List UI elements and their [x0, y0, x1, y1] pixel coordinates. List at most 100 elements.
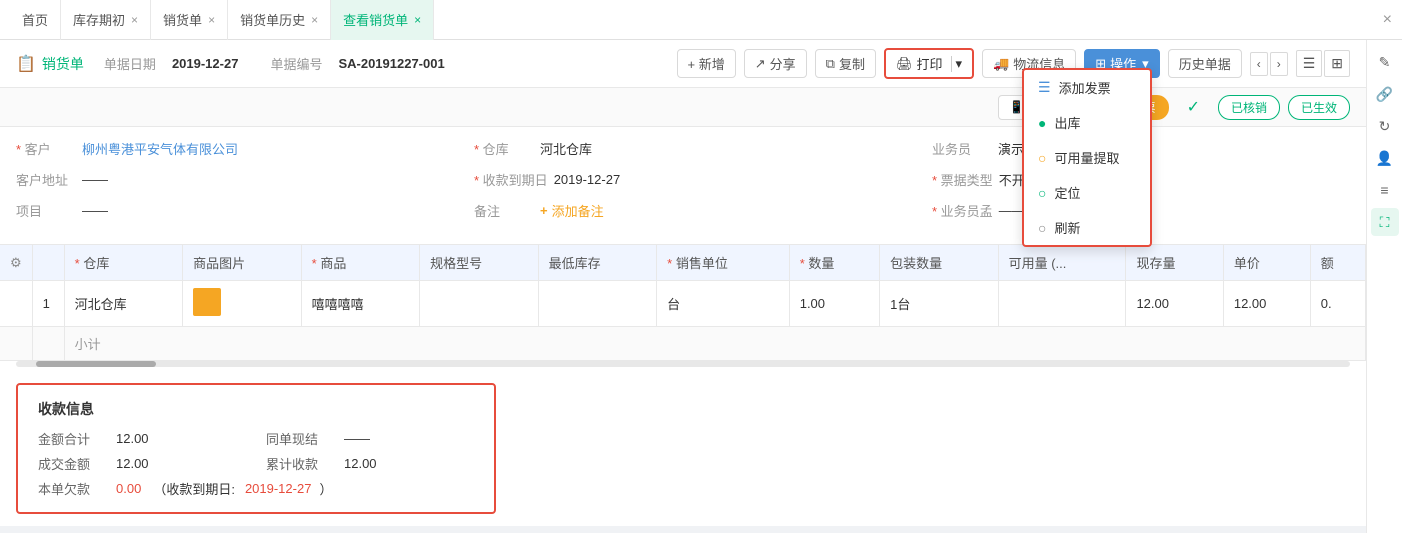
spec-column-header: 规格型号	[420, 245, 539, 281]
seq-column-header	[32, 245, 64, 281]
share-icon: ↗	[755, 56, 766, 72]
history-button[interactable]: 历史单据	[1168, 49, 1242, 78]
row-min-stock	[538, 281, 657, 327]
outbound-item[interactable]: ● 出库	[1024, 105, 1150, 140]
ticket-type-label: 票据类型	[932, 170, 993, 189]
tab-sales-order[interactable]: 销货单 ×	[151, 0, 228, 40]
subtotal-settings	[0, 327, 32, 361]
customer-field: 客户 柳州粤港平安气体有限公司	[16, 139, 434, 158]
prev-button[interactable]: ‹	[1250, 52, 1268, 76]
tab-home[interactable]: 首页	[10, 0, 61, 40]
print-dropdown-arrow[interactable]: ▾	[951, 56, 963, 72]
cumulative-label: 累计收款	[266, 454, 336, 473]
pack-qty-column-header: 包装数量	[880, 245, 999, 281]
outstanding-note: （收款到期日:	[153, 479, 235, 498]
row-spec	[420, 281, 539, 327]
refresh-item[interactable]: ○ 刷新	[1024, 210, 1150, 245]
same-order-item: 同单现结 ——	[266, 429, 474, 448]
add-invoice-item[interactable]: ☰ 添加发票	[1024, 70, 1150, 105]
grid-view-button[interactable]: ⊞	[1324, 50, 1350, 77]
horizontal-scrollbar[interactable]	[16, 361, 1350, 367]
copy-button[interactable]: ⧉ 复制	[815, 49, 876, 78]
new-button[interactable]: + 新增	[677, 49, 736, 78]
window-close-button[interactable]: ×	[1383, 11, 1392, 29]
scroll-thumb[interactable]	[36, 361, 156, 367]
payment-info-box: 收款信息 金额合计 12.00 同单现结 —— 成交金额 12.00 累计收款 …	[16, 383, 496, 514]
copy-icon: ⧉	[826, 56, 835, 72]
available-qty-icon: ○	[1038, 150, 1046, 166]
subtotal-seq	[32, 327, 64, 361]
tab-close-sales-history[interactable]: ×	[311, 13, 318, 27]
sidebar-edit-icon[interactable]: ✎	[1371, 48, 1399, 76]
form-section: 客户 柳州粤港平安气体有限公司 仓库 河北仓库 业务员 演示账号 客户地址 ——…	[0, 127, 1366, 244]
row-product: 嘻嘻嘻嘻	[301, 281, 420, 327]
tab-view-sales[interactable]: 查看销货单 ×	[331, 0, 434, 40]
price-column-header: 单价	[1223, 245, 1310, 281]
total-amount-value: 12.00	[116, 431, 149, 446]
transaction-value: 12.00	[116, 456, 149, 471]
row-settings[interactable]	[0, 281, 32, 327]
cumulative-value: 12.00	[344, 456, 377, 471]
plus-icon: +	[540, 203, 548, 218]
warehouse-label: 仓库	[474, 139, 534, 158]
sidebar-refresh-icon[interactable]: ↻	[1371, 112, 1399, 140]
outstanding-end: ）	[319, 479, 332, 498]
customer-value[interactable]: 柳州粤港平安气体有限公司	[82, 139, 238, 158]
customer-label: 客户	[16, 139, 76, 158]
warehouse-field: 仓库 河北仓库	[474, 139, 892, 158]
amount-column-header: 额	[1310, 245, 1365, 281]
row-amount: 0.	[1310, 281, 1365, 327]
print-icon: 🖨	[896, 56, 913, 72]
product-img-column-header: 商品图片	[183, 245, 302, 281]
cumulative-item: 累计收款 12.00	[266, 454, 474, 473]
effective-status-button[interactable]: 已生效	[1288, 95, 1350, 120]
tab-inventory-init[interactable]: 库存期初 ×	[61, 0, 151, 40]
available-column-header: 可用量 (...	[998, 245, 1126, 281]
staff-label: 业务员	[932, 139, 992, 158]
nav-arrows: ‹ ›	[1250, 52, 1288, 76]
total-amount-item: 金额合计 12.00	[38, 429, 246, 448]
product-table-container: ⚙ * 仓库 商品图片 * 商品 规格型号 最低库存 * 销售单位 * 数量 包…	[0, 244, 1366, 371]
tab-close-inventory[interactable]: ×	[131, 13, 138, 27]
transaction-item: 成交金额 12.00	[38, 454, 246, 473]
staff2-label: 业务员孟	[932, 201, 993, 220]
staff2-value: ——	[999, 203, 1025, 218]
sidebar-expand-icon[interactable]: ⛶	[1371, 208, 1399, 236]
settings-column-header[interactable]: ⚙	[0, 245, 32, 281]
closed-status-button[interactable]: 已核销	[1218, 95, 1280, 120]
same-order-label: 同单现结	[266, 429, 336, 448]
tab-close-sales-order[interactable]: ×	[208, 13, 215, 27]
payment-date-field: 收款到期日 2019-12-27	[474, 170, 892, 189]
print-button[interactable]: 🖨 打印 ▾	[884, 48, 974, 79]
row-stock: 12.00	[1126, 281, 1223, 327]
sub-action-bar: 📱 来自手机 ● 未开票 ✓ 已核销 已生效	[0, 88, 1366, 127]
project-value: ——	[82, 203, 108, 218]
next-button[interactable]: ›	[1270, 52, 1288, 76]
warehouse-column-header: * 仓库	[64, 245, 183, 281]
tab-sales-history[interactable]: 销货单历史 ×	[228, 0, 331, 40]
payment-date-label: 收款到期日	[474, 170, 548, 189]
add-invoice-icon: ☰	[1038, 79, 1051, 96]
date-label: 单据日期	[104, 54, 156, 73]
check-icon-button[interactable]: ✓	[1177, 94, 1210, 120]
number-label: 单据编号	[270, 54, 322, 73]
table-header-row: ⚙ * 仓库 商品图片 * 商品 规格型号 最低库存 * 销售单位 * 数量 包…	[0, 245, 1366, 281]
row-pack-qty: 1台	[880, 281, 999, 327]
document-actions: + 新增 ↗ 分享 ⧉ 复制 🖨 打印 ▾ 🚚 物流信息 ⊞ 操作 ▾	[677, 48, 1350, 79]
outstanding-item: 本单欠款 0.00 （收款到期日: 2019-12-27 ）	[38, 479, 474, 498]
sidebar-list-icon[interactable]: ≡	[1371, 176, 1399, 204]
check-mark-icon: ✓	[1187, 97, 1200, 117]
tab-close-view-sales[interactable]: ×	[414, 13, 421, 27]
row-warehouse: 河北仓库	[64, 281, 183, 327]
sidebar-link-icon[interactable]: 🔗	[1371, 80, 1399, 108]
available-qty-item[interactable]: ○ 可用量提取	[1024, 140, 1150, 175]
number-value: SA-20191227-001	[338, 56, 444, 71]
outstanding-value: 0.00	[116, 481, 141, 496]
list-view-button[interactable]: ☰	[1296, 50, 1323, 77]
locate-item[interactable]: ○ 定位	[1024, 175, 1150, 210]
row-unit: 台	[657, 281, 790, 327]
add-note-button[interactable]: + 添加备注	[540, 201, 604, 220]
sidebar-user-icon[interactable]: 👤	[1371, 144, 1399, 172]
share-button[interactable]: ↗ 分享	[744, 49, 807, 78]
date-value: 2019-12-27	[172, 56, 239, 71]
